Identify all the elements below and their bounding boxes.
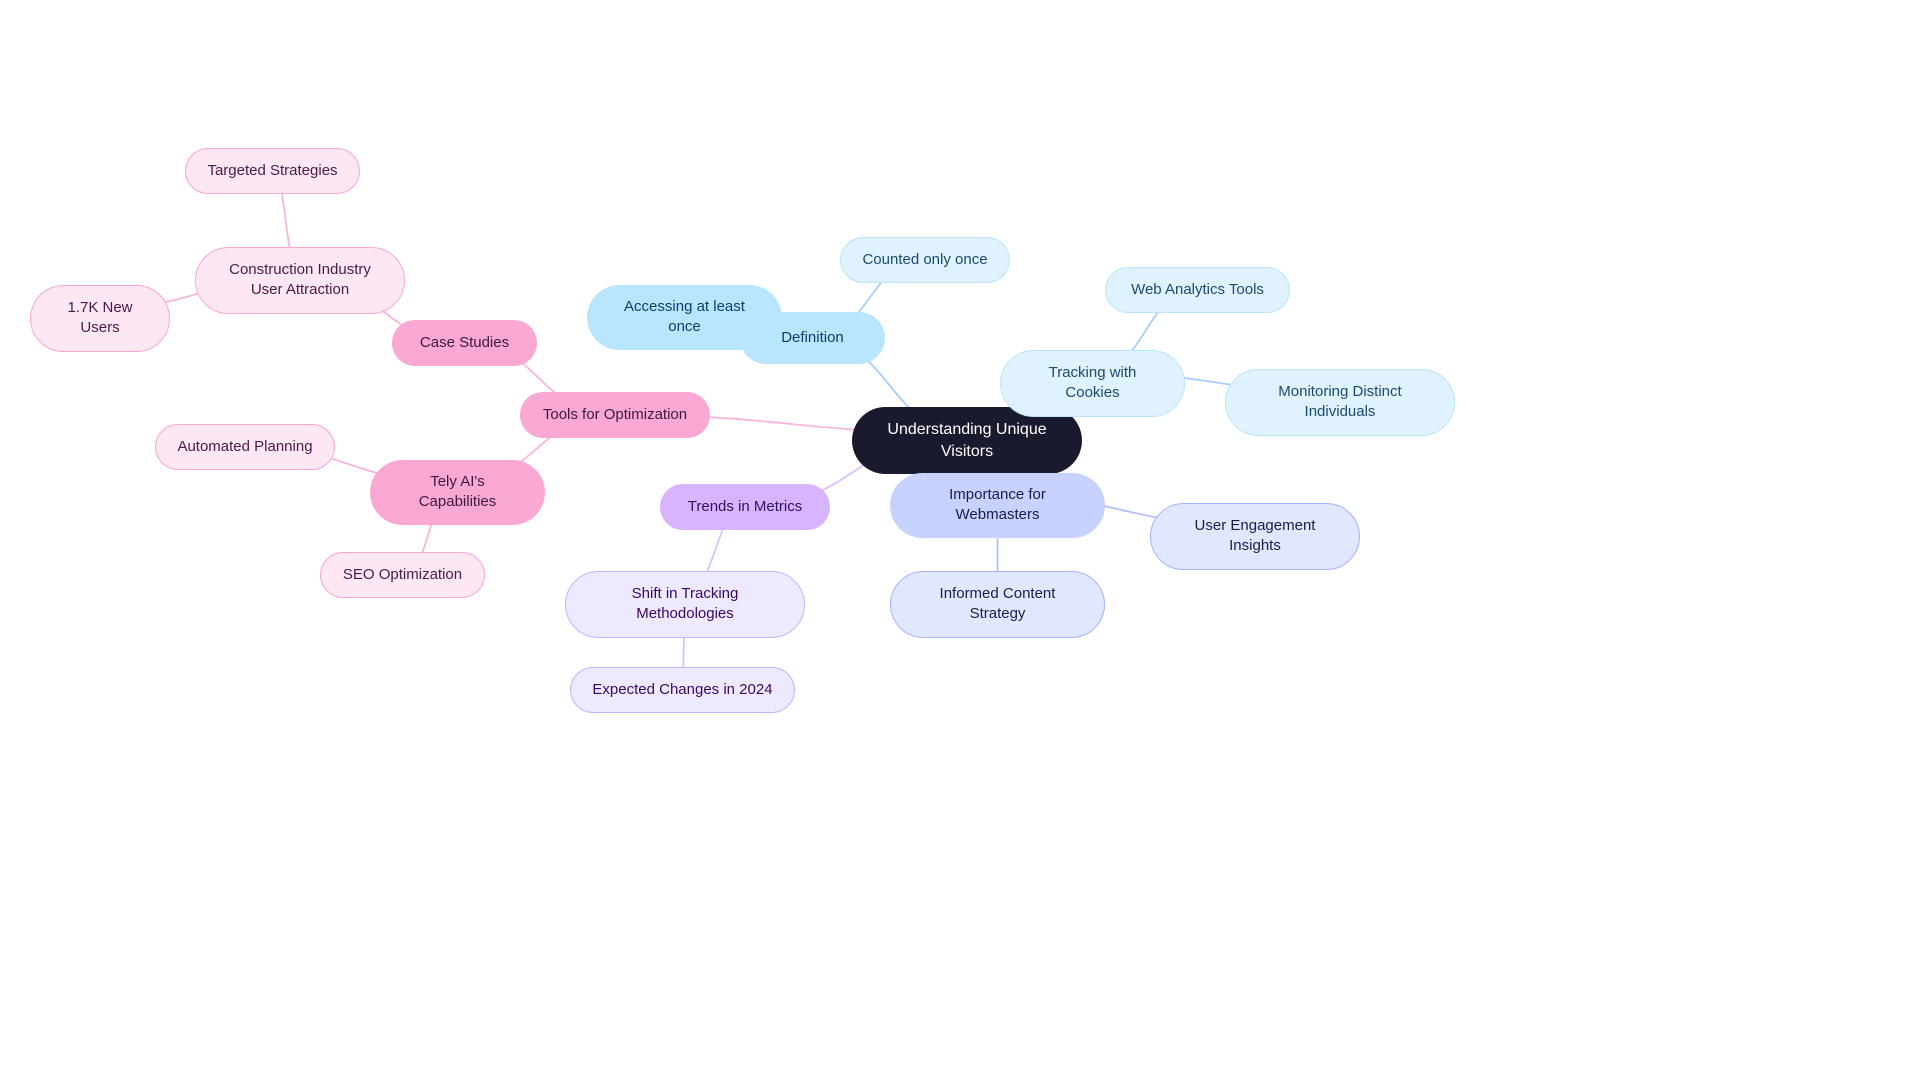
node-shift-tracking[interactable]: Shift in Tracking Methodologies: [565, 571, 805, 638]
node-targeted-strategies[interactable]: Targeted Strategies: [185, 148, 360, 194]
node-informed-content[interactable]: Informed Content Strategy: [890, 571, 1105, 638]
node-web-analytics[interactable]: Web Analytics Tools: [1105, 267, 1290, 313]
node-definition[interactable]: Definition: [740, 312, 885, 364]
node-new-users[interactable]: 1.7K New Users: [30, 285, 170, 352]
node-automated-planning[interactable]: Automated Planning: [155, 424, 335, 470]
node-counted-once[interactable]: Counted only once: [840, 237, 1010, 283]
node-trends-metrics[interactable]: Trends in Metrics: [660, 484, 830, 530]
node-expected-changes[interactable]: Expected Changes in 2024: [570, 667, 795, 713]
node-user-engagement[interactable]: User Engagement Insights: [1150, 503, 1360, 570]
node-importance-webmasters[interactable]: Importance for Webmasters: [890, 473, 1105, 538]
node-tracking-cookies[interactable]: Tracking with Cookies: [1000, 350, 1185, 417]
node-seo-optimization[interactable]: SEO Optimization: [320, 552, 485, 598]
node-case-studies[interactable]: Case Studies: [392, 320, 537, 366]
node-tely-capabilities[interactable]: Tely AI's Capabilities: [370, 460, 545, 525]
node-monitoring-distinct[interactable]: Monitoring Distinct Individuals: [1225, 369, 1455, 436]
node-tools-optimization[interactable]: Tools for Optimization: [520, 392, 710, 438]
center-node[interactable]: Understanding Unique Visitors: [852, 407, 1082, 474]
node-construction-industry[interactable]: Construction Industry User Attraction: [195, 247, 405, 314]
